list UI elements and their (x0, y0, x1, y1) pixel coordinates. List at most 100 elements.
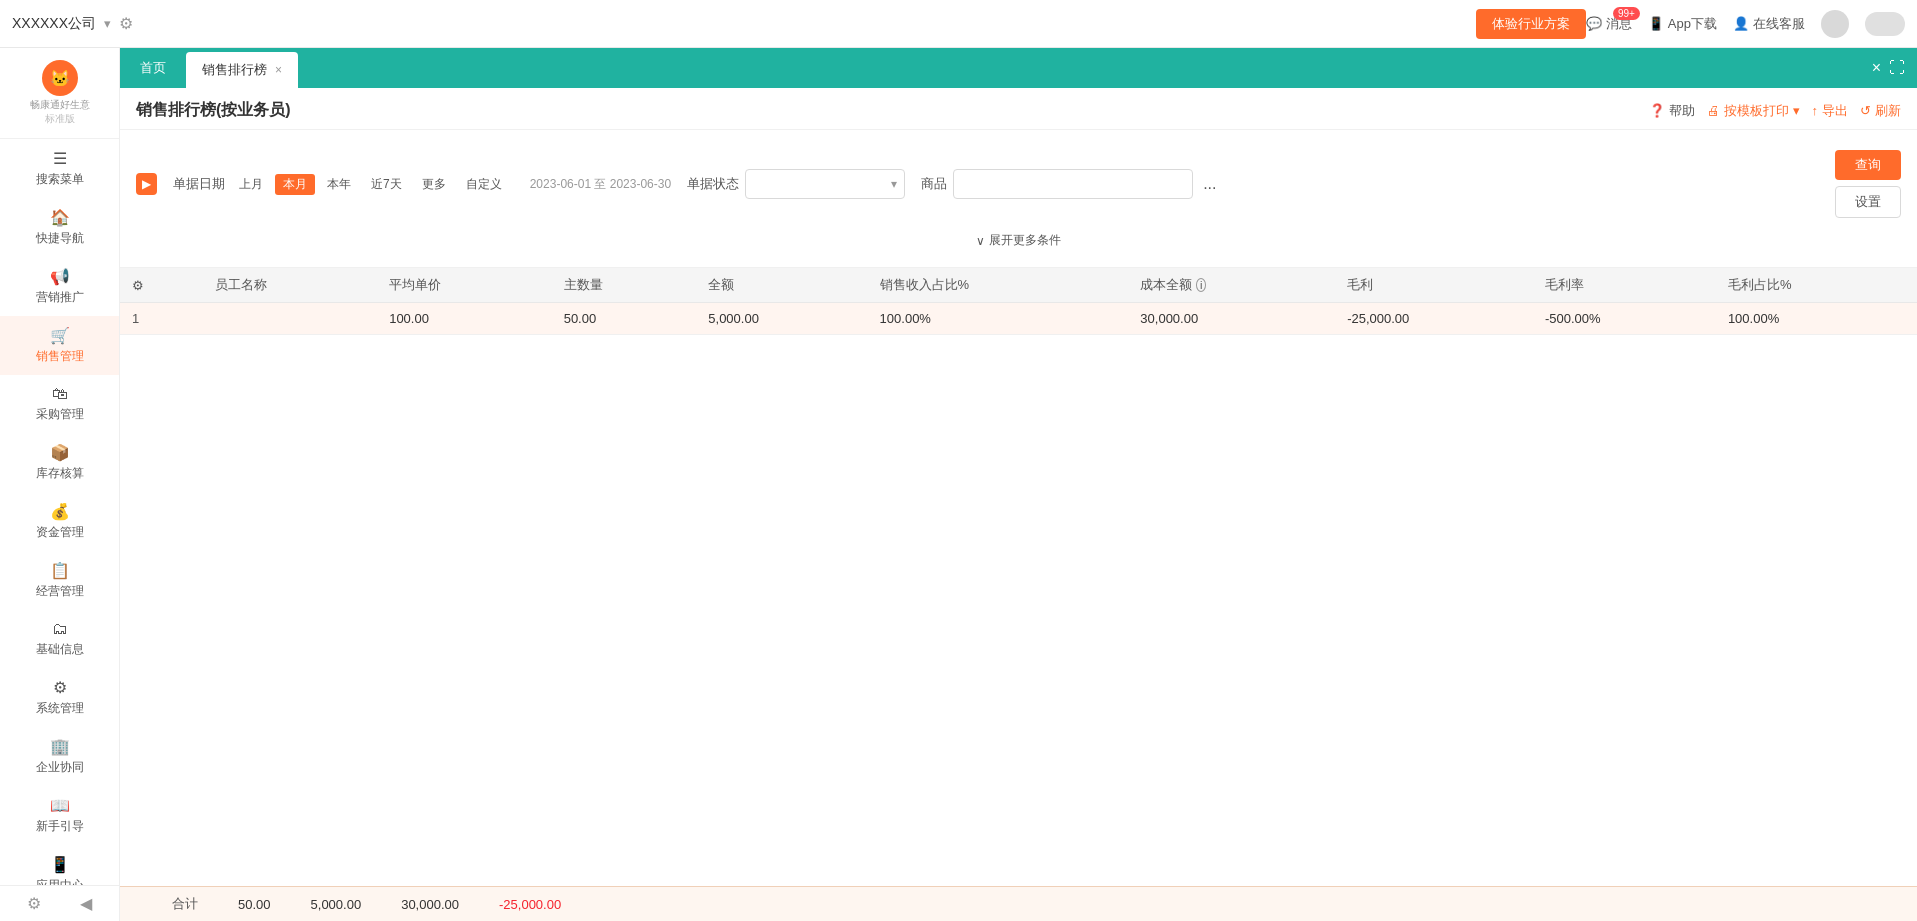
basic-icon: 🗂 (52, 620, 68, 638)
expand-row: ∨ 展开更多条件 (136, 226, 1901, 255)
td-cost: 30,000.00 (1128, 303, 1335, 335)
footer-summary-label: 合计 (172, 895, 198, 913)
app-icon: 📱 (1648, 16, 1664, 31)
purchase-icon: 🛍 (52, 385, 68, 403)
operation-icon: 📋 (50, 561, 70, 580)
filter-area: ▶ 单据日期 上月 本月 本年 近7天 更多 自定义 (120, 130, 1917, 268)
date-opt-this-year[interactable]: 本年 (319, 174, 359, 195)
sidebar-item-system[interactable]: ⚙ 系统管理 (0, 668, 119, 727)
online-service-button[interactable]: 👤 在线客服 (1733, 15, 1805, 33)
sidebar-item-appstore[interactable]: 📱 应用中心 (0, 845, 119, 885)
tab-bar-right: × ⛶ (1872, 59, 1917, 77)
sidebar-item-appstore-label: 应用中心 (36, 877, 84, 885)
print-icon: 🖨 (1707, 103, 1720, 118)
td-employee (203, 303, 378, 335)
td-gross: -25,000.00 (1335, 303, 1533, 335)
tab-home[interactable]: 首页 (120, 48, 186, 88)
date-range: 2023-06-01 至 2023-06-30 (530, 176, 671, 193)
sidebar-item-operation-label: 经营管理 (36, 583, 84, 600)
sidebar-item-inventory[interactable]: 📦 库存核算 (0, 433, 119, 492)
tab-close-icon[interactable]: × (275, 63, 282, 77)
expand-filters-button[interactable]: ∨ 展开更多条件 (976, 232, 1061, 249)
table-row: 1 100.00 50.00 5,000.00 100.00% 30,000.0… (120, 303, 1917, 335)
table-settings-icon[interactable]: ⚙ (132, 278, 144, 293)
date-opt-7days[interactable]: 近7天 (363, 174, 410, 195)
table-header: ⚙ 员工名称 平均单价 主数量 全额 销售收入占比% 成本全额 i 毛利 (120, 268, 1917, 303)
sidebar-gear-icon[interactable]: ⚙ (27, 894, 41, 913)
goods-input[interactable] (953, 169, 1193, 199)
footer-gross: -25,000.00 (499, 897, 561, 912)
window-close-icon[interactable]: × (1872, 59, 1881, 77)
date-opt-last-month[interactable]: 上月 (231, 174, 271, 195)
footer-amount: 5,000.00 (311, 897, 362, 912)
tab-active-label: 销售排行榜 (202, 61, 267, 79)
top-bar: XXXXXX公司 ▾ ⚙ 体验行业方案 💬 消息 99+ 📱 App下载 👤 在… (0, 0, 1917, 48)
status-filter-label: 单据状态 (687, 175, 739, 193)
sidebar-item-operation[interactable]: 📋 经营管理 (0, 551, 119, 610)
cost-info-icon[interactable]: i (1196, 278, 1206, 292)
topbar-settings-icon[interactable]: ⚙ (119, 14, 133, 33)
status-select-wrap (745, 169, 905, 199)
th-cost: 成本全额 i (1128, 268, 1335, 303)
goods-filter-label: 商品 (921, 175, 947, 193)
sidebar-item-marketing[interactable]: 📢 营销推广 (0, 257, 119, 316)
page-actions: ❓ 帮助 🖨 按模板打印 ▾ ↑ 导出 (1649, 102, 1902, 120)
sidebar-item-sales[interactable]: 🛒 销售管理 (0, 316, 119, 375)
date-opt-more[interactable]: 更多 (414, 174, 454, 195)
print-button[interactable]: 🖨 按模板打印 ▾ (1707, 102, 1800, 120)
message-button[interactable]: 💬 消息 99+ (1586, 15, 1632, 33)
service-icon: 👤 (1733, 16, 1749, 31)
tab-sales-ranking[interactable]: 销售排行榜 × (186, 52, 298, 88)
sidebar-item-basic[interactable]: 🗂 基础信息 (0, 610, 119, 668)
sidebar-item-finance[interactable]: 💰 资金管理 (0, 492, 119, 551)
th-employee: 员工名称 (203, 268, 378, 303)
sidebar-item-purchase-label: 采购管理 (36, 406, 84, 423)
sidebar-item-purchase[interactable]: 🛍 采购管理 (0, 375, 119, 433)
sidebar-item-quicknav[interactable]: 🏠 快捷导航 (0, 198, 119, 257)
window-expand-icon[interactable]: ⛶ (1889, 59, 1905, 77)
td-sales-ratio: 100.00% (868, 303, 1129, 335)
td-main-qty: 50.00 (552, 303, 697, 335)
sidebar-footer: ⚙ ◀ (0, 885, 119, 921)
message-icon: 💬 (1586, 16, 1602, 31)
date-opt-custom[interactable]: 自定义 (458, 174, 510, 195)
goods-more-button[interactable]: ... (1199, 175, 1220, 193)
table-body: 1 100.00 50.00 5,000.00 100.00% 30,000.0… (120, 303, 1917, 335)
th-sales-ratio: 销售收入占比% (868, 268, 1129, 303)
th-gross-ratio: 毛利占比% (1716, 268, 1917, 303)
logo-version: 标准版 (45, 112, 75, 126)
trial-button[interactable]: 体验行业方案 (1476, 9, 1586, 39)
sidebar-item-finance-label: 资金管理 (36, 524, 84, 541)
avatar[interactable] (1821, 10, 1849, 38)
footer-main-qty: 50.00 (238, 897, 271, 912)
th-settings[interactable]: ⚙ (120, 268, 203, 303)
top-bar-center: 体验行业方案 (1476, 9, 1586, 39)
th-main-qty: 主数量 (552, 268, 697, 303)
company-dropdown-icon[interactable]: ▾ (104, 16, 111, 31)
status-select[interactable] (745, 169, 905, 199)
page-inner: 销售排行榜(按业务员) ❓ 帮助 🖨 按模板打印 ▾ (120, 88, 1917, 921)
data-table: ⚙ 员工名称 平均单价 主数量 全额 销售收入占比% 成本全额 i 毛利 (120, 268, 1917, 335)
status-filter: 单据状态 (687, 169, 905, 199)
sidebar-nav: ☰ 搜索菜单 🏠 快捷导航 📢 营销推广 🛒 销售管理 🛍 采购管理 (0, 139, 119, 885)
page-content: 销售排行榜(按业务员) ❓ 帮助 🖨 按模板打印 ▾ (120, 88, 1917, 921)
date-opt-this-month[interactable]: 本月 (275, 174, 315, 195)
filter-toggle-button[interactable]: ▶ (136, 173, 157, 195)
sidebar-item-enterprise-label: 企业协同 (36, 759, 84, 776)
sidebar-collapse-icon[interactable]: ◀ (80, 894, 92, 913)
sidebar-item-enterprise[interactable]: 🏢 企业协同 (0, 727, 119, 786)
goods-filter: 商品 ... (921, 169, 1220, 199)
sidebar-item-guide[interactable]: 📖 新手引导 (0, 786, 119, 845)
refresh-button[interactable]: ↺ 刷新 (1860, 102, 1901, 120)
app-download-button[interactable]: 📱 App下载 (1648, 15, 1717, 33)
query-button[interactable]: 查询 (1835, 150, 1901, 180)
sidebar-item-search[interactable]: ☰ 搜索菜单 (0, 139, 119, 198)
enterprise-icon: 🏢 (50, 737, 70, 756)
help-button[interactable]: ❓ 帮助 (1649, 102, 1695, 120)
td-amount: 5,000.00 (696, 303, 867, 335)
td-gross-rate: -500.00% (1533, 303, 1716, 335)
footer-cost: 30,000.00 (401, 897, 459, 912)
export-icon: ↑ (1812, 103, 1819, 118)
settings-button[interactable]: 设置 (1835, 186, 1901, 218)
export-button[interactable]: ↑ 导出 (1812, 102, 1849, 120)
